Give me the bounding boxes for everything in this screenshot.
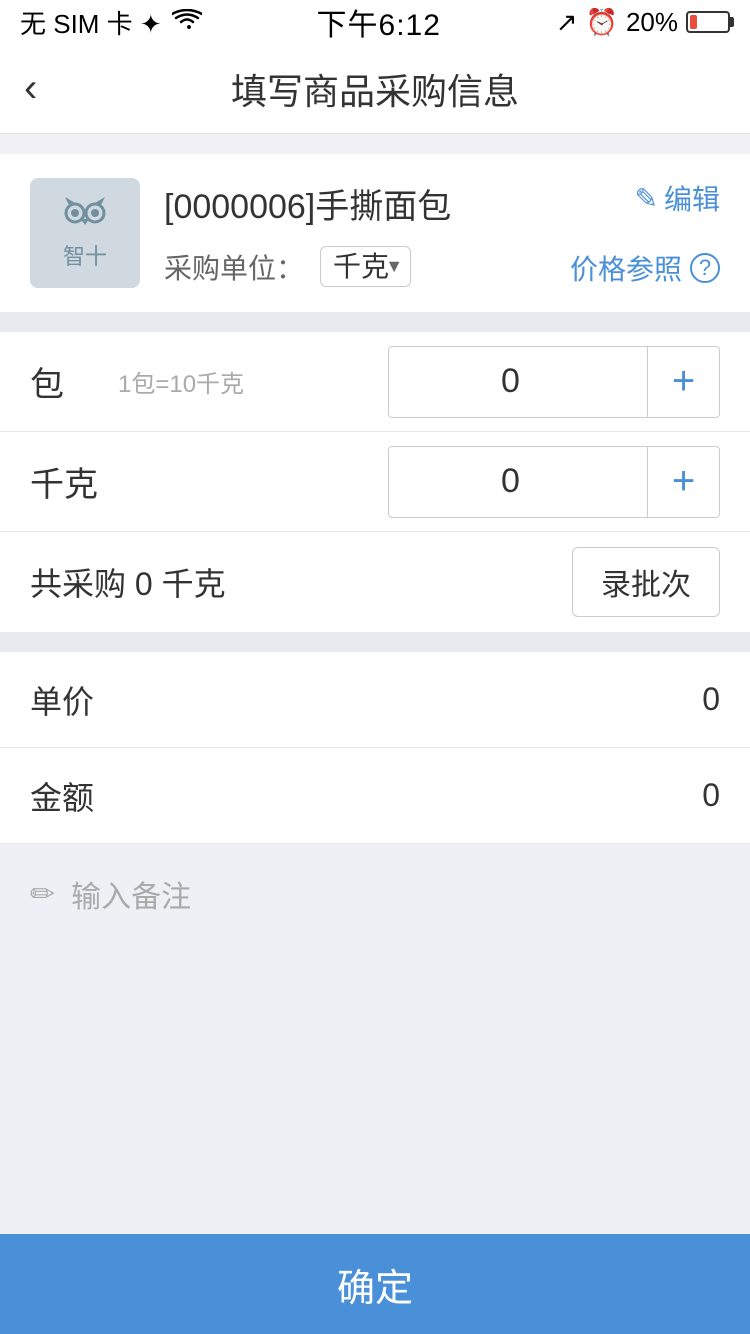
price-ref-button[interactable]: 价格参照 ? bbox=[570, 248, 720, 288]
summary-text: 共采购 0 千克 bbox=[30, 559, 226, 605]
amount-label: 金额 bbox=[30, 773, 94, 819]
pack-label: 包 bbox=[30, 357, 110, 406]
unit-price-value: 0 bbox=[702, 681, 720, 718]
note-section[interactable]: ✏ 输入备注 bbox=[0, 844, 750, 944]
kg-qty-input[interactable] bbox=[388, 446, 648, 518]
unit-select[interactable]: 千克 包 bbox=[320, 246, 411, 287]
summary-row: 共采购 0 千克 录批次 bbox=[0, 532, 750, 632]
divider-2 bbox=[0, 632, 750, 652]
confirm-button[interactable]: 确定 bbox=[0, 1234, 750, 1334]
nav-bar: ‹ 填写商品采购信息 bbox=[0, 44, 750, 134]
pack-sublabel: 1包=10千克 bbox=[118, 364, 388, 399]
status-bar-right: ↗ ⏰ 20% bbox=[556, 7, 730, 38]
question-icon: ? bbox=[690, 253, 720, 283]
alarm-icon: ⏰ bbox=[586, 7, 618, 38]
battery-icon bbox=[686, 11, 730, 33]
unit-label: 采购单位： bbox=[164, 247, 304, 287]
quantity-section: 包 1包=10千克 + 千克 + bbox=[0, 332, 750, 532]
logo-text: 智十 bbox=[63, 239, 107, 271]
product-card: 智十 [0000006]手撕面包 采购单位： 千克 包 ✎ 编辑 价格参照 ? bbox=[0, 154, 750, 312]
pack-plus-button[interactable]: + bbox=[648, 346, 720, 418]
note-placeholder: 输入备注 bbox=[71, 872, 191, 916]
price-section: 单价 0 金额 0 bbox=[0, 652, 750, 844]
amount-value: 0 bbox=[702, 777, 720, 814]
location-icon: ↗ bbox=[556, 7, 578, 38]
pack-qty-input[interactable] bbox=[388, 346, 648, 418]
pack-input-row: 包 1包=10千克 + bbox=[0, 332, 750, 432]
edit-label: 编辑 bbox=[664, 178, 720, 218]
kg-label: 千克 bbox=[30, 457, 110, 506]
pack-input-right: + bbox=[388, 346, 720, 418]
unit-select-wrapper[interactable]: 千克 包 bbox=[320, 246, 411, 287]
unit-price-row: 单价 0 bbox=[0, 652, 750, 748]
edit-icon: ✎ bbox=[635, 182, 658, 215]
battery-pct: 20% bbox=[626, 7, 678, 38]
content-area bbox=[0, 944, 750, 1264]
note-icon: ✏ bbox=[30, 877, 55, 912]
status-bar-left: 无 SIM 卡 ✦ bbox=[20, 4, 202, 41]
batch-button[interactable]: 录批次 bbox=[572, 547, 720, 617]
status-bar-time: 下午6:12 bbox=[317, 0, 441, 44]
sim-label: 无 SIM 卡 ✦ bbox=[20, 4, 162, 41]
back-button[interactable]: ‹ bbox=[24, 66, 37, 111]
kg-input-row: 千克 + bbox=[0, 432, 750, 532]
divider-1 bbox=[0, 312, 750, 332]
product-image: 智十 bbox=[30, 178, 140, 288]
kg-plus-button[interactable]: + bbox=[648, 446, 720, 518]
amount-row: 金额 0 bbox=[0, 748, 750, 844]
wifi-icon bbox=[172, 7, 202, 38]
status-bar: 无 SIM 卡 ✦ 下午6:12 ↗ ⏰ 20% bbox=[0, 0, 750, 44]
unit-price-label: 单价 bbox=[30, 677, 94, 723]
page-title: 填写商品采购信息 bbox=[231, 63, 519, 115]
price-ref-label: 价格参照 bbox=[570, 248, 682, 288]
kg-input-right: + bbox=[388, 446, 720, 518]
edit-button[interactable]: ✎ 编辑 bbox=[635, 178, 720, 218]
